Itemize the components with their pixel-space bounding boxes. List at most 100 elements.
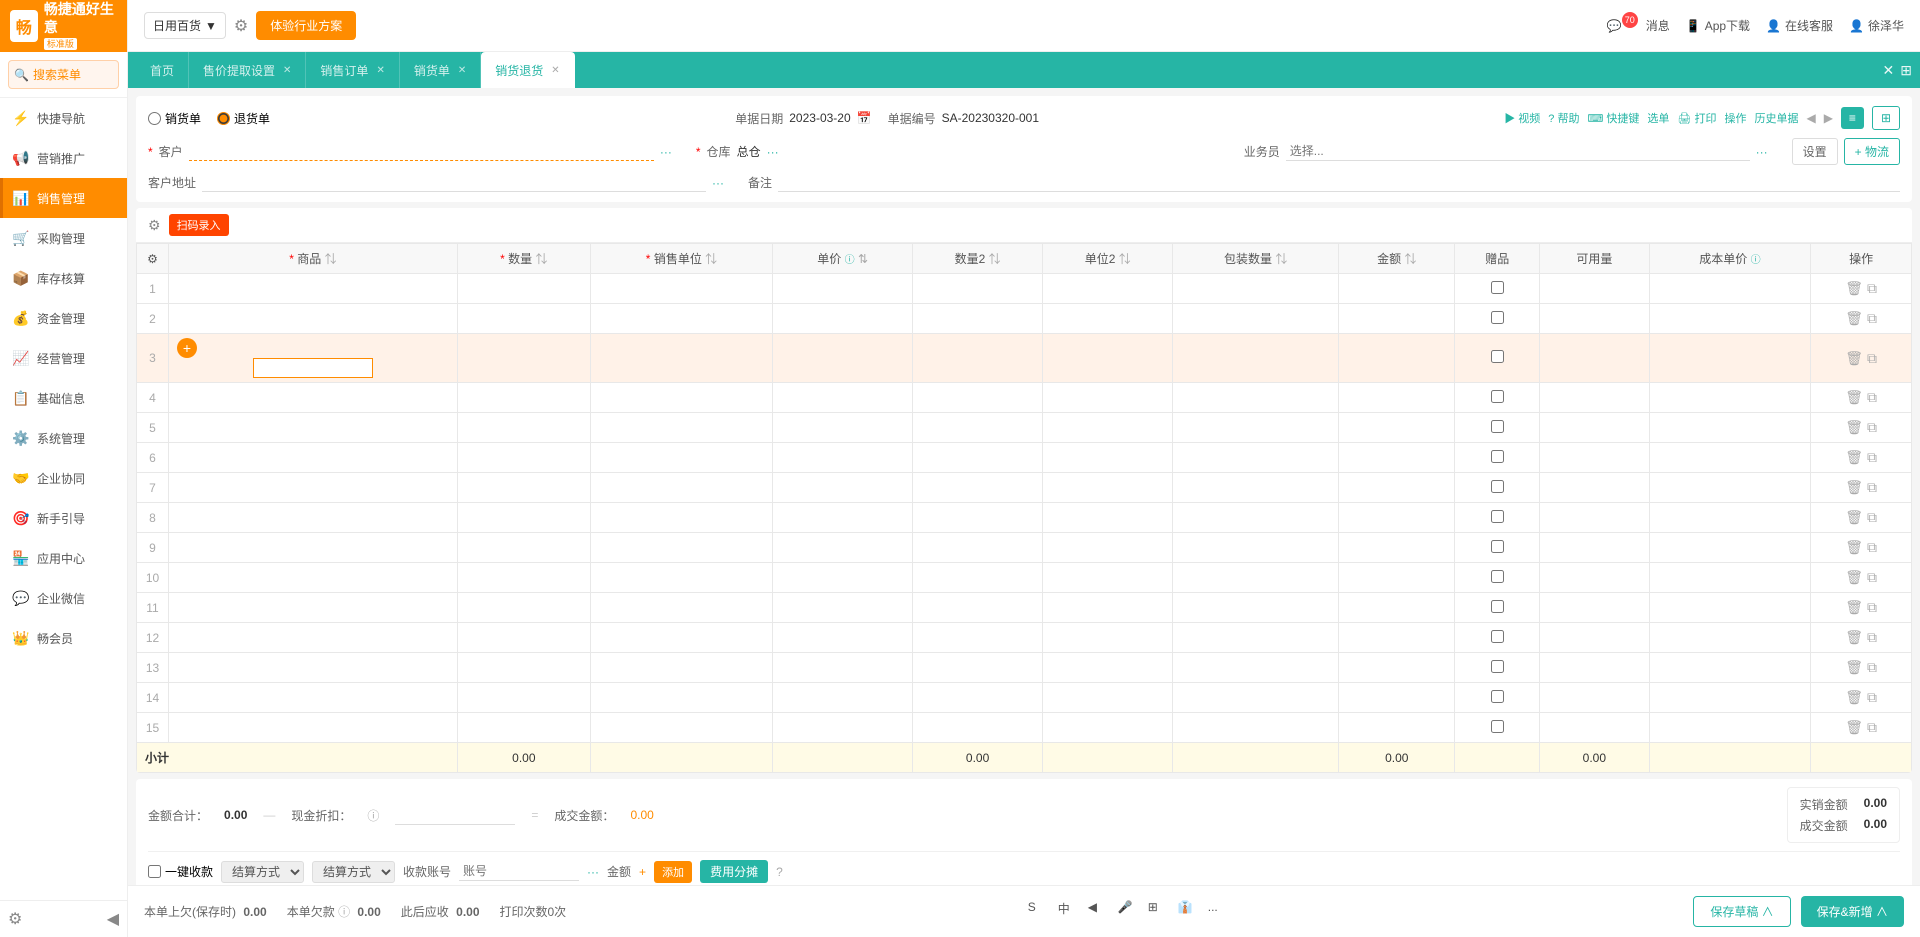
product-input[interactable] xyxy=(253,358,373,378)
app-download-item[interactable]: 📱 App下载 xyxy=(1686,17,1750,34)
unit2-sort-icon[interactable]: ⇅ xyxy=(1119,252,1131,266)
price-cell[interactable] xyxy=(773,593,913,623)
price-cell[interactable] xyxy=(773,623,913,653)
qty2-cell[interactable] xyxy=(913,413,1043,443)
sidebar-item-wechat[interactable]: 💬 企业微信 xyxy=(0,578,127,618)
available-cell[interactable] xyxy=(1540,413,1649,443)
gift-checkbox[interactable] xyxy=(1491,570,1504,583)
price-cell[interactable] xyxy=(773,473,913,503)
price-cell[interactable] xyxy=(773,503,913,533)
tab-close-icon[interactable]: ✕ xyxy=(283,65,291,76)
qty2-cell[interactable] xyxy=(913,593,1043,623)
qty-cell[interactable] xyxy=(457,443,590,473)
cost-price-cell[interactable] xyxy=(1649,413,1811,443)
list-view-btn[interactable]: ≡ xyxy=(1841,107,1864,129)
pack-qty-cell[interactable] xyxy=(1173,274,1339,304)
save-draft-button[interactable]: 保存草稿 ∧ xyxy=(1693,896,1790,927)
sidebar-item-basic[interactable]: 📋 基础信息 xyxy=(0,378,127,418)
qty-cell[interactable] xyxy=(457,304,590,334)
pack-qty-cell[interactable] xyxy=(1173,683,1339,713)
amount-sort-icon[interactable]: ⇅ xyxy=(1404,252,1416,266)
sidebar-item-operations[interactable]: 📈 经营管理 xyxy=(0,338,127,378)
pack-sort-icon[interactable]: ⇅ xyxy=(1275,252,1287,266)
tab-home[interactable]: 首页 xyxy=(136,52,189,88)
price-cell[interactable] xyxy=(773,413,913,443)
qty-cell[interactable] xyxy=(457,563,590,593)
qty-cell[interactable] xyxy=(457,503,590,533)
amount-cell[interactable] xyxy=(1339,653,1455,683)
settle-method-select[interactable]: 结算方式 xyxy=(221,861,304,883)
qty-cell[interactable] xyxy=(457,413,590,443)
one-click-pay-checkbox[interactable]: 一键收款 xyxy=(148,863,213,880)
gift-checkbox[interactable] xyxy=(1491,450,1504,463)
pack-qty-cell[interactable] xyxy=(1173,304,1339,334)
qty-cell[interactable] xyxy=(457,383,590,413)
footer-icon-5[interactable]: ⊞ xyxy=(1148,900,1172,924)
fenyong-help-icon[interactable]: ? xyxy=(776,865,783,879)
calc-method-select[interactable]: 结算方式 xyxy=(312,861,395,883)
qty-cell[interactable] xyxy=(457,274,590,304)
available-cell[interactable] xyxy=(1540,563,1649,593)
print-link[interactable]: 🖨 打印 xyxy=(1677,110,1716,126)
delete-row-icon[interactable]: 🗑 xyxy=(1845,350,1863,367)
qty-cell[interactable] xyxy=(457,623,590,653)
delete-row-icon[interactable]: 🗑 xyxy=(1845,509,1863,526)
cost-price-cell[interactable] xyxy=(1649,274,1811,304)
unit2-cell[interactable] xyxy=(1043,653,1173,683)
customer-dots[interactable]: ··· xyxy=(660,145,672,159)
qty2-cell[interactable] xyxy=(913,334,1043,383)
available-cell[interactable] xyxy=(1540,383,1649,413)
debt-info-icon[interactable]: ⓘ xyxy=(338,905,350,919)
cost-price-cell[interactable] xyxy=(1649,334,1811,383)
qty2-cell[interactable] xyxy=(913,473,1043,503)
price-cell[interactable] xyxy=(773,443,913,473)
gift-checkbox[interactable] xyxy=(1491,281,1504,294)
product-cell[interactable] xyxy=(169,443,458,473)
available-cell[interactable] xyxy=(1540,593,1649,623)
unit-cell[interactable] xyxy=(590,473,772,503)
gift-cell[interactable] xyxy=(1455,623,1540,653)
copy-row-icon[interactable]: ⧉ xyxy=(1867,659,1877,676)
cost-price-cell[interactable] xyxy=(1649,304,1811,334)
amount-cell[interactable] xyxy=(1339,274,1455,304)
gift-cell[interactable] xyxy=(1455,533,1540,563)
price-cell[interactable] xyxy=(773,334,913,383)
qty-cell[interactable] xyxy=(457,533,590,563)
delete-row-icon[interactable]: 🗑 xyxy=(1845,389,1863,406)
unit-cell[interactable] xyxy=(590,503,772,533)
add-row-button[interactable]: + xyxy=(177,338,197,358)
gift-checkbox[interactable] xyxy=(1491,540,1504,553)
gift-cell[interactable] xyxy=(1455,503,1540,533)
product-cell[interactable] xyxy=(169,563,458,593)
sidebar-item-newbie[interactable]: 🎯 新手引导 xyxy=(0,498,127,538)
footer-icon-6[interactable]: 👔 xyxy=(1178,900,1202,924)
save-new-button[interactable]: 保存&新增 ∧ xyxy=(1801,896,1904,927)
gift-cell[interactable] xyxy=(1455,473,1540,503)
gift-checkbox[interactable] xyxy=(1491,510,1504,523)
qty2-cell[interactable] xyxy=(913,533,1043,563)
unit2-cell[interactable] xyxy=(1043,533,1173,563)
qty-cell[interactable] xyxy=(457,593,590,623)
price-cell[interactable] xyxy=(773,533,913,563)
cost-price-cell[interactable] xyxy=(1649,383,1811,413)
qty2-cell[interactable] xyxy=(913,304,1043,334)
price-cell[interactable] xyxy=(773,383,913,413)
operations-link[interactable]: 操作 xyxy=(1724,110,1746,126)
pack-qty-cell[interactable] xyxy=(1173,413,1339,443)
gift-checkbox[interactable] xyxy=(1491,660,1504,673)
available-cell[interactable] xyxy=(1540,683,1649,713)
gift-checkbox[interactable] xyxy=(1491,720,1504,733)
trial-button[interactable]: 体验行业方案 xyxy=(256,11,356,40)
cost-price-cell[interactable] xyxy=(1649,443,1811,473)
delete-row-icon[interactable]: 🗑 xyxy=(1845,629,1863,646)
scan-input-button[interactable]: 扫码录入 xyxy=(169,214,229,236)
qty2-cell[interactable] xyxy=(913,563,1043,593)
delete-row-icon[interactable]: 🗑 xyxy=(1845,659,1863,676)
qty-cell[interactable] xyxy=(457,473,590,503)
amount-cell[interactable] xyxy=(1339,533,1455,563)
unit-cell[interactable] xyxy=(590,304,772,334)
copy-row-icon[interactable]: ⧉ xyxy=(1867,310,1877,327)
pack-qty-cell[interactable] xyxy=(1173,443,1339,473)
available-cell[interactable] xyxy=(1540,334,1649,383)
collapse-sidebar-icon[interactable]: ◀ xyxy=(107,909,119,929)
